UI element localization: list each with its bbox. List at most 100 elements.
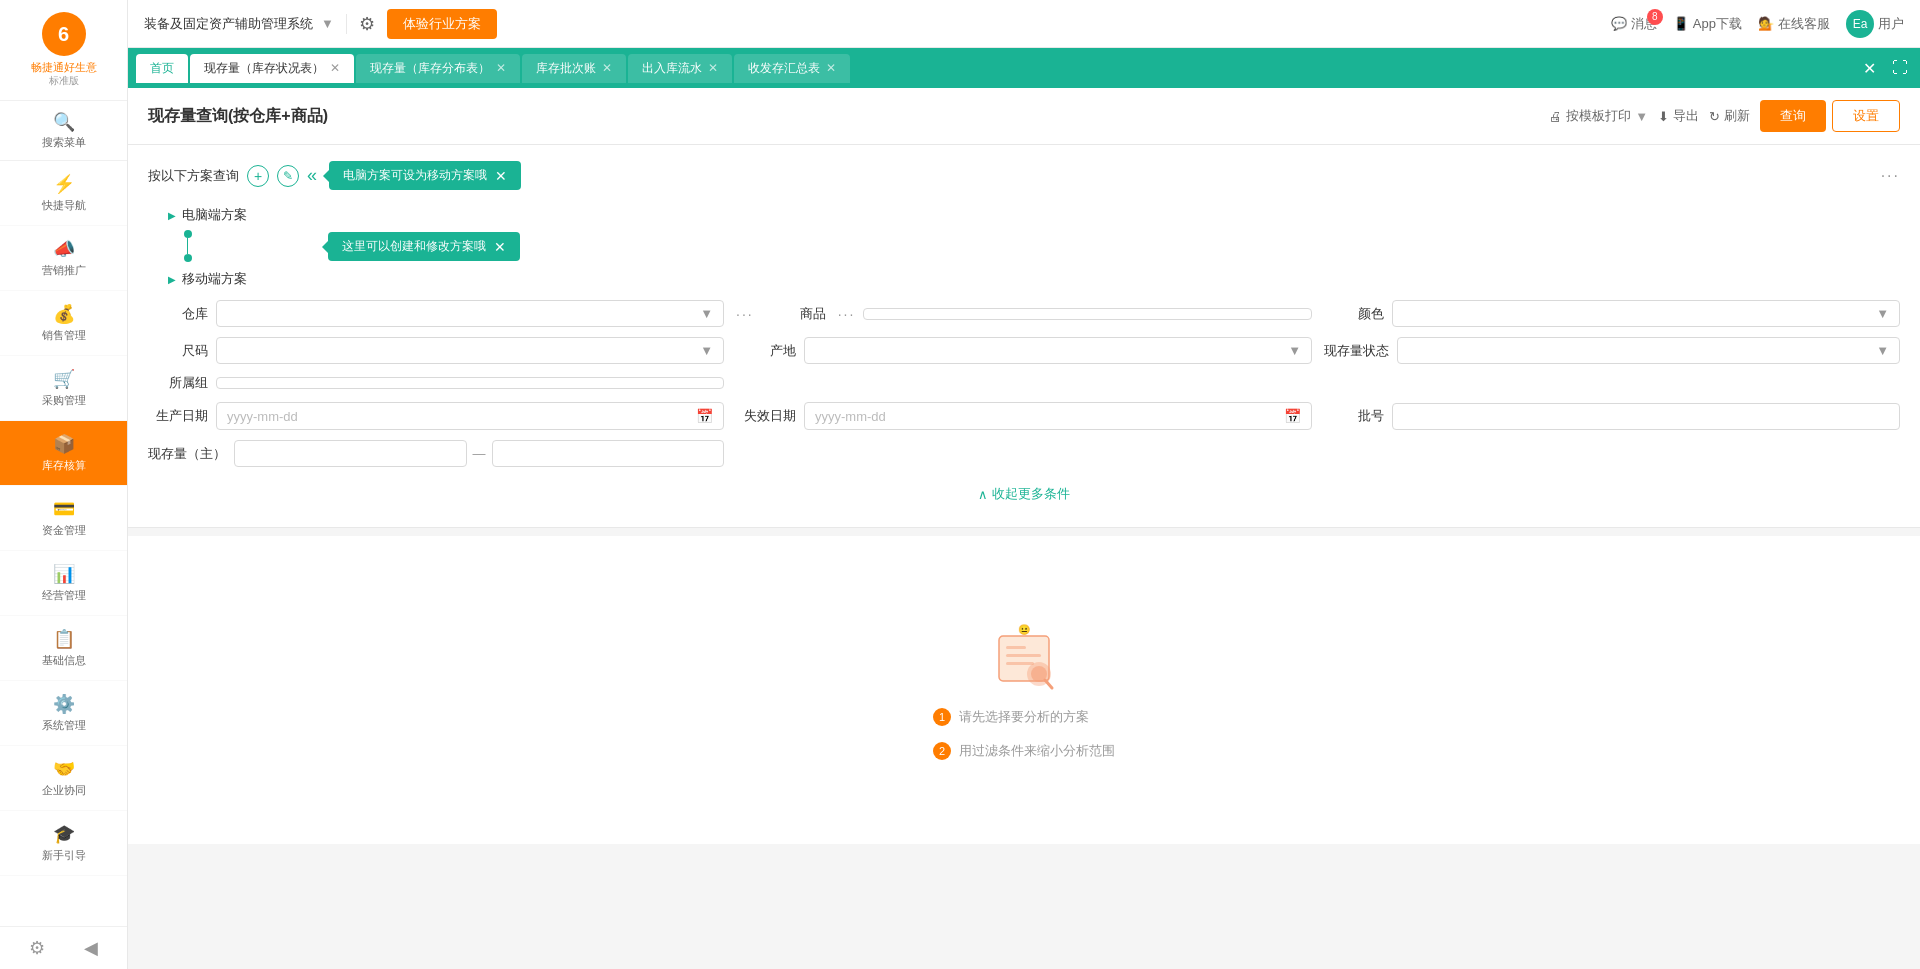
tab-batch-account[interactable]: 库存批次账 ✕ (522, 54, 626, 83)
filter-select-stock-status-arrow: ▼ (1876, 343, 1889, 358)
empty-step-2: 2 用过滤条件来缩小分析范围 (933, 738, 1115, 764)
filter-date-expire-start[interactable]: yyyy-mm-dd 📅 (804, 402, 1312, 430)
tab-inventory-dist-close[interactable]: ✕ (496, 61, 506, 75)
empty-step-1-text: 请先选择要分析的方案 (959, 704, 1089, 730)
sidebar-item-guide[interactable]: 🎓 新手引导 (0, 811, 127, 876)
tab-inventory-dist[interactable]: 现存量（库存分布表） ✕ (356, 54, 520, 83)
query-button[interactable]: 查询 (1760, 100, 1826, 132)
tab-close-all-btn[interactable]: ✕ (1859, 55, 1880, 82)
filter-edit-btn[interactable]: ✎ (277, 165, 299, 187)
tooltip-create-scheme-text: 这里可以创建和修改方案哦 (342, 238, 486, 255)
sidebar-item-marketing[interactable]: 📣 营销推广 (0, 226, 127, 291)
tab-home[interactable]: 首页 (136, 54, 188, 83)
filter-select-warehouse-arrow: ▼ (700, 306, 713, 321)
filter-field-group: 所属组 (148, 374, 724, 392)
tab-actions: ✕ ⛶ (1859, 55, 1912, 82)
tab-collect-summary[interactable]: 收发存汇总表 ✕ (734, 54, 850, 83)
sidebar-item-enterprise[interactable]: 🤝 企业协同 (0, 746, 127, 811)
filter-collapse-btn[interactable]: ∧ 收起更多条件 (148, 477, 1900, 511)
empty-state: 😐 1 请先选择要分析的方案 2 用过滤条件来缩小分析范围 (128, 536, 1920, 844)
system-name: 装备及固定资产辅助管理系统 (144, 15, 313, 33)
message-icon: 💬 (1611, 16, 1627, 31)
filter-field-color: 颜色 ▼ (1324, 300, 1900, 327)
product-dots[interactable]: ··· (736, 306, 754, 322)
topbar-settings-btn[interactable]: ⚙ (359, 13, 375, 35)
scheme-mobile-label[interactable]: 移动端方案 (182, 270, 247, 288)
tab-inventory-status[interactable]: 现存量（库存状况表） ✕ (190, 54, 354, 83)
sidebar-item-sales[interactable]: 💰 销售管理 (0, 291, 127, 356)
trial-button[interactable]: 体验行业方案 (387, 9, 497, 39)
sidebar-item-label: 采购管理 (42, 393, 86, 408)
topbar-system: 装备及固定资产辅助管理系统 ▼ (144, 15, 334, 33)
empty-step-1: 1 请先选择要分析的方案 (933, 704, 1115, 730)
filter-range-stock-start[interactable] (234, 440, 467, 467)
filter-dots-menu[interactable]: ··· (1881, 167, 1900, 185)
topbar-app-download[interactable]: 📱 App下载 (1673, 15, 1742, 33)
sidebar-item-purchase[interactable]: 🛒 采购管理 (0, 356, 127, 421)
collapse-label: 收起更多条件 (992, 485, 1070, 503)
sidebar-item-quick-nav[interactable]: ⚡ 快捷导航 (0, 161, 127, 226)
filter-date-expire-start-placeholder: yyyy-mm-dd (815, 409, 886, 424)
tabbar: 首页 现存量（库存状况表） ✕ 现存量（库存分布表） ✕ 库存批次账 ✕ 出入库… (128, 48, 1920, 88)
sidebar-item-label: 基础信息 (42, 653, 86, 668)
reset-button[interactable]: 设置 (1832, 100, 1900, 132)
topbar-message[interactable]: 💬 消息 8 (1611, 15, 1657, 33)
topbar-right: 💬 消息 8 📱 App下载 💁 在线客服 Ea 用户 (1611, 10, 1904, 38)
filter-back-btn[interactable]: « (307, 165, 317, 186)
filter-input-batch[interactable] (1392, 403, 1900, 430)
filter-select-group[interactable] (216, 377, 724, 389)
sidebar-item-basics[interactable]: 📋 基础信息 (0, 616, 127, 681)
empty-step-num-2: 2 (933, 742, 951, 760)
filter-select-stock-status[interactable]: ▼ (1397, 337, 1900, 364)
filter-select-size[interactable]: ▼ (216, 337, 724, 364)
tab-maximize-btn[interactable]: ⛶ (1888, 55, 1912, 81)
print-icon: 🖨 (1549, 109, 1562, 124)
filter-label-prod-date: 生产日期 (148, 407, 208, 425)
sidebar-item-label: 经营管理 (42, 588, 86, 603)
tab-inventory-status-close[interactable]: ✕ (330, 61, 340, 75)
sidebar-settings-btn[interactable]: ⚙ (29, 937, 45, 959)
sidebar-collapse-btn[interactable]: ◀ (84, 937, 98, 959)
sidebar-item-finance[interactable]: 💳 资金管理 (0, 486, 127, 551)
filter-range-stock-qty: — (234, 440, 724, 467)
system-dropdown-icon[interactable]: ▼ (321, 16, 334, 31)
tooltip-pc-close[interactable]: ✕ (495, 168, 507, 184)
sidebar-item-system[interactable]: ⚙️ 系统管理 (0, 681, 127, 746)
filter-field-expire-date: 失效日期 yyyy-mm-dd 📅 (736, 402, 1312, 430)
tab-batch-account-close[interactable]: ✕ (602, 61, 612, 75)
scheme-pc-label[interactable]: 电脑端方案 (182, 206, 247, 224)
filter-select-product[interactable] (863, 308, 1312, 320)
product-dots-right[interactable]: ··· (838, 306, 856, 322)
filter-select-color[interactable]: ▼ (1392, 300, 1900, 327)
sidebar-item-operations[interactable]: 📊 经营管理 (0, 551, 127, 616)
inventory-icon: 📦 (53, 433, 75, 455)
filter-add-btn[interactable]: + (247, 165, 269, 187)
filter-select-warehouse[interactable]: ▼ (216, 300, 724, 327)
scheme-list: ▶ 电脑端方案 这里可以创建和修改方案哦 ✕ (168, 202, 1900, 292)
refresh-btn[interactable]: ↻ 刷新 (1709, 107, 1750, 125)
search-icon: 🔍 (53, 111, 75, 133)
filter-label-group: 所属组 (148, 374, 208, 392)
filter-select-origin[interactable]: ▼ (804, 337, 1312, 364)
refresh-icon: ↻ (1709, 109, 1720, 124)
topbar-user[interactable]: Ea 用户 (1846, 10, 1904, 38)
filter-date-prod-start[interactable]: yyyy-mm-dd 📅 (216, 402, 724, 430)
tab-collect-summary-close[interactable]: ✕ (826, 61, 836, 75)
sidebar-search[interactable]: 🔍 搜索菜单 (0, 101, 127, 161)
topbar-support[interactable]: 💁 在线客服 (1758, 15, 1830, 33)
filter-select-color-arrow: ▼ (1876, 306, 1889, 321)
tab-in-out-flow-close[interactable]: ✕ (708, 61, 718, 75)
filter-row-4: 生产日期 yyyy-mm-dd 📅 失效日期 yyyy-mm-dd 📅 (148, 402, 1900, 430)
filter-field-batch: 批号 (1324, 403, 1900, 430)
export-btn[interactable]: ⬇ 导出 (1658, 107, 1699, 125)
enterprise-icon: 🤝 (53, 758, 75, 780)
print-btn[interactable]: 🖨 按模板打印 ▼ (1549, 107, 1648, 125)
tooltip-create-close[interactable]: ✕ (494, 239, 506, 255)
sidebar-item-inventory[interactable]: 📦 库存核算 (0, 421, 127, 486)
filter-range-stock-end[interactable] (492, 440, 725, 467)
tab-inventory-dist-label: 现存量（库存分布表） (370, 60, 490, 77)
filter-rows: 仓库 ▼ ··· 商品 ··· (148, 300, 1900, 467)
tab-in-out-flow[interactable]: 出入库流水 ✕ (628, 54, 732, 83)
filter-select-size-arrow: ▼ (700, 343, 713, 358)
export-icon: ⬇ (1658, 109, 1669, 124)
